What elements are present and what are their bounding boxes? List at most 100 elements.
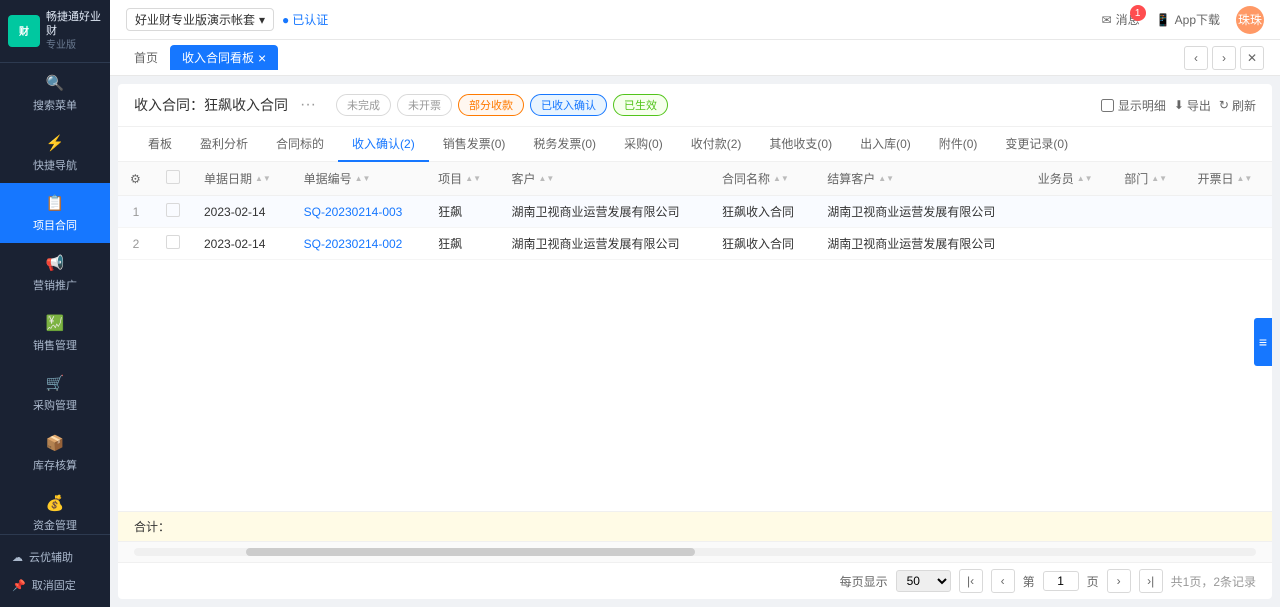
topbar-right: ✉ 消息 1 📱 App下载 珠珠 bbox=[1102, 6, 1264, 34]
scrollbar-thumb[interactable] bbox=[246, 548, 695, 556]
sidebar-item-project[interactable]: 📋 项目合同 bbox=[0, 183, 110, 243]
status-tag-uninvoiced[interactable]: 未开票 bbox=[397, 94, 452, 116]
row-2-date: 2023-02-14 bbox=[192, 228, 292, 260]
purchase-icon: 🛒 bbox=[45, 373, 65, 393]
first-page-button[interactable]: |‹ bbox=[959, 569, 983, 593]
tab-profit[interactable]: 盈利分析 bbox=[186, 127, 262, 162]
quicknav-icon: ⚡ bbox=[45, 133, 65, 153]
row-1-settle: 湖南卫视商业运营发展有限公司 bbox=[815, 196, 1026, 228]
col-project[interactable]: 项目 ▲▼ bbox=[426, 162, 499, 196]
page-number-input[interactable]: 1 bbox=[1043, 571, 1079, 591]
tab-changes[interactable]: 变更记录(0) bbox=[991, 127, 1082, 162]
status-tag-confirmed[interactable]: 已收入确认 bbox=[530, 94, 607, 116]
col-settle-customer[interactable]: 结算客户 ▲▼ bbox=[815, 162, 1026, 196]
opendate-sort-icon: ▲▼ bbox=[1237, 175, 1253, 183]
tab-close-button[interactable]: × bbox=[258, 51, 266, 65]
marketing-icon: 📢 bbox=[45, 253, 65, 273]
contract-header: 收入合同：狂飙收入合同 ··· 未完成 未开票 部分收款 已收入确认 已生效 显… bbox=[118, 84, 1272, 127]
row-2-number[interactable]: SQ-20230214-002 bbox=[292, 228, 427, 260]
col-settings: ⚙ bbox=[118, 162, 154, 196]
row-checkbox[interactable] bbox=[166, 235, 180, 249]
refresh-icon: ↻ bbox=[1219, 98, 1229, 112]
funds-icon: 💰 bbox=[45, 493, 65, 513]
col-department[interactable]: 部门 ▲▼ bbox=[1112, 162, 1185, 196]
inventory-icon: 📦 bbox=[45, 433, 65, 453]
table-row: 1 2023-02-14 SQ-20230214-003 狂飙 湖南卫视商业运营… bbox=[118, 196, 1272, 228]
tab-contract-items[interactable]: 合同标的 bbox=[262, 127, 338, 162]
col-number[interactable]: 单据编号 ▲▼ bbox=[292, 162, 427, 196]
page-info: 共1页，2条记录 bbox=[1171, 573, 1256, 590]
col-salesman[interactable]: 业务员 ▲▼ bbox=[1026, 162, 1112, 196]
row-1-checkbox[interactable] bbox=[154, 196, 192, 228]
export-button[interactable]: ⬇ 导出 bbox=[1174, 97, 1211, 114]
sidebar-item-purchase[interactable]: 🛒 采购管理 bbox=[0, 363, 110, 423]
row-1-customer: 湖南卫视商业运营发展有限公司 bbox=[499, 196, 710, 228]
show-detail-checkbox-label: 显示明细 bbox=[1101, 97, 1166, 114]
tab-prev-button[interactable]: ‹ bbox=[1184, 46, 1208, 70]
header-actions: 显示明细 ⬇ 导出 ↻ 刷新 bbox=[1101, 97, 1256, 114]
more-options-button[interactable]: ··· bbox=[300, 96, 316, 114]
tab-home[interactable]: 首页 bbox=[126, 43, 166, 72]
row-2-customer: 湖南卫视商业运营发展有限公司 bbox=[499, 228, 710, 260]
tab-revenue-confirm[interactable]: 收入确认(2) bbox=[338, 127, 429, 162]
app-download-button[interactable]: 📱 App下载 bbox=[1156, 11, 1220, 28]
mobile-icon: 📱 bbox=[1156, 13, 1171, 27]
sidebar-item-sales[interactable]: 💹 销售管理 bbox=[0, 303, 110, 363]
col-date[interactable]: 单据日期 ▲▼ bbox=[192, 162, 292, 196]
row-2-opendate bbox=[1185, 228, 1272, 260]
col-open-date[interactable]: 开票日 ▲▼ bbox=[1185, 162, 1272, 196]
scrollbar-track bbox=[134, 548, 1256, 556]
col-contract-name[interactable]: 合同名称 ▲▼ bbox=[710, 162, 815, 196]
project-icon: 📋 bbox=[45, 193, 65, 213]
status-tag-partial[interactable]: 部分收款 bbox=[458, 94, 524, 116]
status-tag-effective[interactable]: 已生效 bbox=[613, 94, 668, 116]
table-footer: 合计： bbox=[118, 511, 1272, 541]
tab-board[interactable]: 看板 bbox=[134, 127, 186, 162]
app-logo: 财 畅捷通好业财 专业版 bbox=[0, 0, 110, 63]
tab-purchase[interactable]: 采购(0) bbox=[610, 127, 677, 162]
right-panel-toggle[interactable]: ≡ bbox=[1254, 318, 1272, 366]
sidebar: 财 畅捷通好业财 专业版 🔍 搜索菜单 ⚡ 快捷导航 📋 项目合同 📢 营销推广… bbox=[0, 0, 110, 607]
messages-button[interactable]: ✉ 消息 1 bbox=[1102, 11, 1140, 28]
sidebar-item-funds[interactable]: 💰 资金管理 bbox=[0, 483, 110, 534]
topbar-left: 好业财专业版演示帐套 ▾ ● 已认证 bbox=[126, 8, 328, 31]
show-detail-checkbox[interactable] bbox=[1101, 99, 1114, 112]
sidebar-item-cloud[interactable]: ☁ 云优辅助 bbox=[4, 543, 106, 571]
row-1-number[interactable]: SQ-20230214-003 bbox=[292, 196, 427, 228]
tab-warehouse[interactable]: 出入库(0) bbox=[846, 127, 925, 162]
tab-next-button[interactable]: › bbox=[1212, 46, 1236, 70]
sidebar-item-marketing[interactable]: 📢 营销推广 bbox=[0, 243, 110, 303]
tab-attachments[interactable]: 附件(0) bbox=[925, 127, 992, 162]
tab-contract-board[interactable]: 收入合同看板 × bbox=[170, 45, 278, 70]
page-size-select[interactable]: 20 50 100 bbox=[896, 570, 951, 592]
user-avatar[interactable]: 珠珠 bbox=[1236, 6, 1264, 34]
row-2-checkbox[interactable] bbox=[154, 228, 192, 260]
refresh-button[interactable]: ↻ 刷新 bbox=[1219, 97, 1256, 114]
date-sort-icon: ▲▼ bbox=[255, 175, 271, 183]
table-settings-icon[interactable]: ⚙ bbox=[130, 172, 141, 186]
status-tag-incomplete[interactable]: 未完成 bbox=[336, 94, 391, 116]
col-customer[interactable]: 客户 ▲▼ bbox=[499, 162, 710, 196]
salesman-sort-icon: ▲▼ bbox=[1077, 175, 1093, 183]
tab-sales-invoice[interactable]: 销售发票(0) bbox=[429, 127, 520, 162]
row-2-dept bbox=[1112, 228, 1185, 260]
sidebar-item-inventory[interactable]: 📦 库存核算 bbox=[0, 423, 110, 483]
col-checkbox bbox=[154, 162, 192, 196]
tab-tax-invoice[interactable]: 税务发票(0) bbox=[519, 127, 610, 162]
sidebar-item-quicknav[interactable]: ⚡ 快捷导航 bbox=[0, 123, 110, 183]
sidebar-item-search[interactable]: 🔍 搜索菜单 bbox=[0, 63, 110, 123]
message-badge: 1 bbox=[1130, 5, 1146, 21]
number-sort-icon: ▲▼ bbox=[355, 175, 371, 183]
last-page-button[interactable]: ›| bbox=[1139, 569, 1163, 593]
row-checkbox[interactable] bbox=[166, 203, 180, 217]
tab-close-all-button[interactable]: ✕ bbox=[1240, 46, 1264, 70]
tab-other-income[interactable]: 其他收支(0) bbox=[755, 127, 846, 162]
company-selector[interactable]: 好业财专业版演示帐套 ▾ bbox=[126, 8, 274, 31]
tab-payment[interactable]: 收付款(2) bbox=[677, 127, 756, 162]
next-page-button[interactable]: › bbox=[1107, 569, 1131, 593]
prev-page-button[interactable]: ‹ bbox=[991, 569, 1015, 593]
select-all-checkbox[interactable] bbox=[166, 170, 180, 184]
sidebar-item-unpin[interactable]: 📌 取消固定 bbox=[4, 571, 106, 599]
row-2-contract: 狂飙收入合同 bbox=[710, 228, 815, 260]
sales-icon: 💹 bbox=[45, 313, 65, 333]
